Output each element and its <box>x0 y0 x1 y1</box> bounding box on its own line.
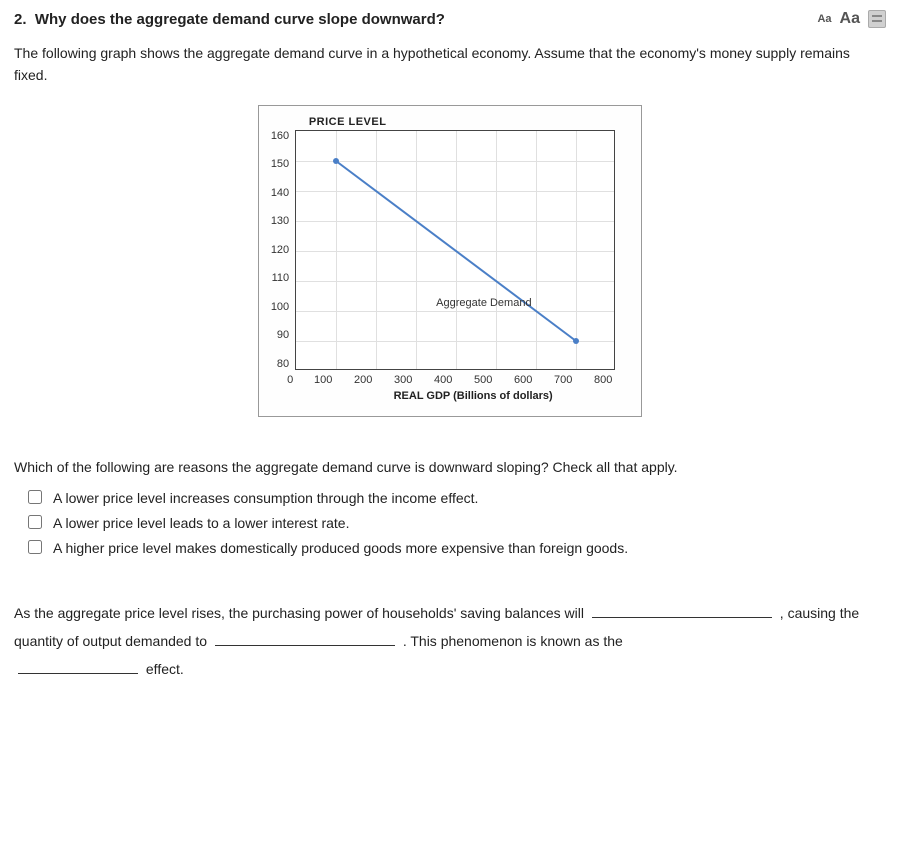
chart-y-label: PRICE LEVEL <box>309 116 623 128</box>
font-size-large-button[interactable]: Aa <box>840 10 860 28</box>
y-tick: 110 <box>272 272 290 284</box>
y-tick: 90 <box>277 329 289 341</box>
y-tick: 160 <box>271 130 289 142</box>
notes-icon[interactable] <box>868 10 886 28</box>
chart-series-label: Aggregate Demand <box>436 297 531 309</box>
y-tick: 100 <box>271 301 289 313</box>
question-header: 2. Why does the aggregate demand curve s… <box>14 10 886 28</box>
x-tick: 300 <box>383 374 423 386</box>
option-row[interactable]: A lower price level leads to a lower int… <box>24 513 886 534</box>
chart-y-ticks: 160 150 140 130 120 110 100 90 80 <box>271 130 295 370</box>
chart-x-label: REAL GDP (Billions of dollars) <box>323 390 623 402</box>
option-label: A lower price level leads to a lower int… <box>53 513 349 534</box>
option-label: A lower price level increases consumptio… <box>53 488 478 509</box>
fill-text-4: effect. <box>146 661 184 677</box>
question-number: 2. <box>14 11 27 28</box>
fill-blank-3[interactable] <box>18 660 138 674</box>
y-tick: 150 <box>271 158 289 170</box>
x-tick: 600 <box>503 374 543 386</box>
chart-grid: Aggregate Demand <box>295 130 615 370</box>
chart-x-ticks: 0 100 200 300 400 500 600 700 800 <box>287 374 623 386</box>
x-tick: 500 <box>463 374 503 386</box>
chart-box: PRICE LEVEL 160 150 140 130 120 110 100 … <box>258 105 642 417</box>
option-checkbox-1[interactable] <box>28 490 42 504</box>
x-tick: 200 <box>343 374 383 386</box>
x-tick: 0 <box>287 374 303 386</box>
y-tick: 120 <box>271 244 289 256</box>
checkbox-options: A lower price level increases consumptio… <box>24 488 886 559</box>
intro-text: The following graph shows the aggregate … <box>14 42 886 87</box>
y-tick: 130 <box>271 215 289 227</box>
option-row[interactable]: A higher price level makes domestically … <box>24 538 886 559</box>
fill-in-paragraph: As the aggregate price level rises, the … <box>14 599 886 683</box>
fill-text-1: As the aggregate price level rises, the … <box>14 605 584 621</box>
x-tick: 100 <box>303 374 343 386</box>
fill-blank-1[interactable] <box>592 604 772 618</box>
question-title-text: Why does the aggregate demand curve slop… <box>35 11 445 28</box>
option-label: A higher price level makes domestically … <box>53 538 628 559</box>
x-tick: 800 <box>583 374 623 386</box>
chart-line-svg <box>296 131 616 371</box>
option-row[interactable]: A lower price level increases consumptio… <box>24 488 886 509</box>
fill-text-3: . This phenomenon is known as the <box>403 633 623 649</box>
x-tick: 700 <box>543 374 583 386</box>
option-checkbox-2[interactable] <box>28 515 42 529</box>
option-checkbox-3[interactable] <box>28 540 42 554</box>
chart-container: PRICE LEVEL 160 150 140 130 120 110 100 … <box>14 105 886 417</box>
x-tick: 400 <box>423 374 463 386</box>
toolbar: Aa Aa <box>817 10 886 28</box>
y-tick: 80 <box>277 358 289 370</box>
question-title: 2. Why does the aggregate demand curve s… <box>14 11 445 28</box>
fill-blank-2[interactable] <box>215 632 395 646</box>
font-size-small-button[interactable]: Aa <box>817 13 831 25</box>
y-tick: 140 <box>271 187 289 199</box>
checkbox-question-text: Which of the following are reasons the a… <box>14 457 886 478</box>
